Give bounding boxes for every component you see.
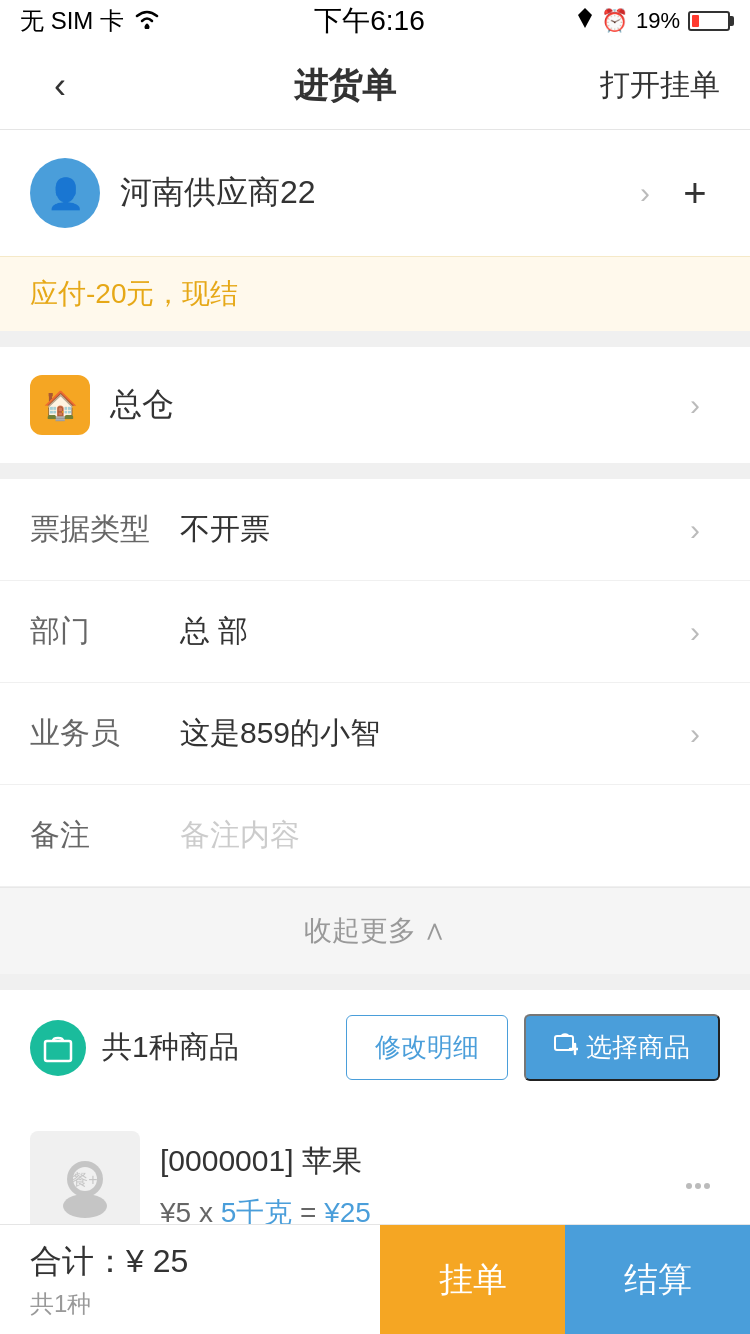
remark-label: 备注	[30, 815, 180, 856]
battery-percent: 19%	[636, 8, 680, 34]
product-more-button[interactable]	[676, 1173, 720, 1199]
product-name: [0000001] 苹果	[160, 1141, 656, 1182]
equals-sign: =	[292, 1197, 324, 1228]
warehouse-name: 总仓	[110, 383, 690, 427]
svg-point-4	[63, 1194, 107, 1218]
salesperson-chevron-icon: ›	[690, 717, 700, 751]
department-row[interactable]: 部门 总 部 ›	[0, 581, 750, 683]
total-amount: 合计：¥ 25	[30, 1240, 350, 1284]
select-product-label: 选择商品	[586, 1030, 690, 1065]
dot3	[704, 1183, 710, 1189]
add-supplier-button[interactable]: +	[670, 168, 720, 218]
svg-text:餐+: 餐+	[72, 1171, 97, 1188]
unit-price: ¥5 x	[160, 1197, 221, 1228]
invoice-type-label: 票据类型	[30, 509, 180, 550]
product-code: [0000001]	[160, 1144, 302, 1177]
supplier-card: 👤 河南供应商22 › + 应付-20元，现结	[0, 130, 750, 331]
bottom-bar: 合计：¥ 25 共1种 挂单 结算	[0, 1224, 750, 1334]
invoice-chevron-icon: ›	[690, 513, 700, 547]
product-thumb-icon: 餐+	[45, 1146, 125, 1226]
select-product-button[interactable]: 选择商品	[524, 1014, 720, 1081]
svg-point-0	[145, 25, 150, 30]
dot1	[686, 1183, 692, 1189]
select-product-icon	[554, 1032, 578, 1063]
quantity-value: 5千克	[221, 1197, 293, 1228]
product-info: [0000001] 苹果 ¥5 x 5千克 = ¥25	[160, 1141, 656, 1232]
collapse-button[interactable]: 收起更多 ∧	[0, 887, 750, 974]
battery-icon	[688, 11, 730, 31]
main-content: 👤 河南供应商22 › + 应付-20元，现结 🏠 总仓 › 票据类型 不开票 …	[0, 130, 750, 1334]
back-button[interactable]: ‹	[30, 56, 90, 116]
location-icon	[577, 7, 593, 35]
nav-bar: ‹ 进货单 打开挂单	[0, 42, 750, 130]
department-value: 总 部	[180, 611, 690, 652]
avatar-icon: 👤	[47, 176, 84, 211]
supplier-row[interactable]: 👤 河南供应商22 › +	[0, 130, 750, 256]
supplier-chevron-icon: ›	[640, 176, 650, 210]
edit-detail-button[interactable]: 修改明细	[346, 1015, 508, 1080]
product-title: 苹果	[302, 1144, 362, 1177]
remark-placeholder: 备注内容	[180, 815, 720, 856]
svg-rect-1	[45, 1041, 71, 1061]
salesperson-row[interactable]: 业务员 这是859的小智 ›	[0, 683, 750, 785]
salesperson-label: 业务员	[30, 713, 180, 754]
alarm-icon: ⏰	[601, 8, 628, 34]
status-time: 下午6:16	[314, 2, 425, 40]
remark-row[interactable]: 备注 备注内容	[0, 785, 750, 887]
status-right: ⏰ 19%	[577, 7, 730, 35]
products-icon	[30, 1020, 86, 1076]
total-price: ¥25	[324, 1197, 371, 1228]
department-label: 部门	[30, 611, 180, 652]
products-header: 共1种商品 修改明细 选择商品	[0, 990, 750, 1105]
carrier-text: 无 SIM 卡	[20, 5, 124, 37]
department-chevron-icon: ›	[690, 615, 700, 649]
supplier-name: 河南供应商22	[120, 171, 640, 215]
salesperson-value: 这是859的小智	[180, 713, 690, 754]
item-count: 共1种	[30, 1288, 350, 1320]
invoice-type-value: 不开票	[180, 509, 690, 550]
warehouse-chevron-icon: ›	[690, 388, 700, 422]
bottom-summary: 合计：¥ 25 共1种	[0, 1225, 380, 1334]
suspend-button[interactable]: 挂单	[380, 1225, 565, 1334]
status-left: 无 SIM 卡	[20, 5, 162, 37]
warehouse-card: 🏠 总仓 ›	[0, 347, 750, 463]
warehouse-row[interactable]: 🏠 总仓 ›	[0, 347, 750, 463]
warehouse-icon: 🏠	[30, 375, 90, 435]
fields-card: 票据类型 不开票 › 部门 总 部 › 业务员 这是859的小智 › 备注 备注…	[0, 479, 750, 974]
products-count: 共1种商品	[102, 1027, 330, 1068]
page-title: 进货单	[294, 63, 396, 109]
wifi-icon	[132, 7, 162, 35]
status-bar: 无 SIM 卡 下午6:16 ⏰ 19%	[0, 0, 750, 42]
open-pending-button[interactable]: 打开挂单	[600, 65, 720, 106]
total-label: 合计：	[30, 1243, 126, 1279]
invoice-type-row[interactable]: 票据类型 不开票 ›	[0, 479, 750, 581]
total-value: ¥ 25	[126, 1243, 188, 1279]
checkout-button[interactable]: 结算	[565, 1225, 750, 1334]
dot2	[695, 1183, 701, 1189]
supplier-notice: 应付-20元，现结	[0, 256, 750, 331]
supplier-avatar: 👤	[30, 158, 100, 228]
